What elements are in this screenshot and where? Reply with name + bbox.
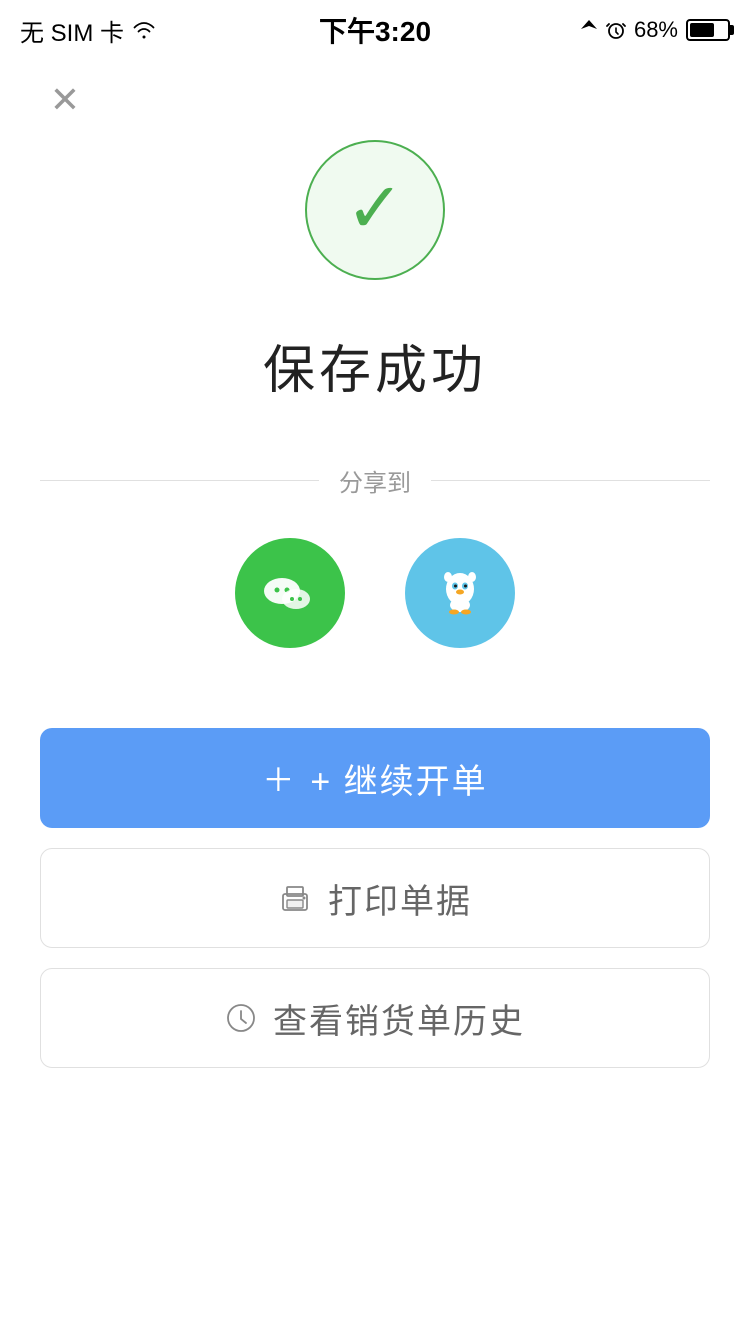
- printer-icon: [278, 883, 312, 913]
- checkmark-icon: ✓: [346, 173, 405, 243]
- alarm-icon: [606, 20, 626, 40]
- close-icon: ✕: [50, 82, 80, 118]
- battery-indicator: [686, 19, 730, 41]
- history-button[interactable]: 查看销货单历史: [40, 968, 710, 1068]
- status-right: 68%: [580, 17, 730, 43]
- qq-icon: [428, 561, 492, 625]
- share-divider-row: 分享到: [40, 463, 710, 498]
- share-icons-row: [235, 538, 515, 648]
- success-icon-wrap: ✓: [305, 140, 445, 280]
- share-label: 分享到: [339, 463, 411, 498]
- status-carrier: 无 SIM 卡: [20, 13, 156, 48]
- history-label: 查看销货单历史: [273, 994, 525, 1043]
- close-button[interactable]: ✕: [40, 75, 90, 125]
- success-title: 保存成功: [263, 328, 487, 403]
- status-time: 下午3:20: [319, 10, 431, 50]
- divider-right: [431, 480, 710, 481]
- wechat-share-button[interactable]: [235, 538, 345, 648]
- divider-left: [40, 480, 319, 481]
- clock-icon: [225, 1002, 257, 1034]
- wechat-icon: [258, 561, 322, 625]
- continue-label: + 继续开单: [310, 754, 487, 803]
- print-button[interactable]: 打印单据: [40, 848, 710, 948]
- status-bar: 无 SIM 卡 下午3:20 68%: [0, 0, 750, 60]
- print-label: 打印单据: [328, 874, 472, 923]
- carrier-text: 无 SIM 卡: [20, 13, 124, 48]
- action-buttons: ＋ + 继续开单 打印单据 查看销货单历史: [40, 728, 710, 1068]
- location-icon: [580, 19, 598, 41]
- wifi-icon: [132, 21, 156, 39]
- continue-icon: ＋: [262, 755, 294, 801]
- success-circle: ✓: [305, 140, 445, 280]
- share-section: 分享到: [40, 463, 710, 648]
- main-content: ✓ 保存成功 分享到: [0, 60, 750, 1068]
- battery-percentage: 68%: [634, 17, 678, 43]
- continue-order-button[interactable]: ＋ + 继续开单: [40, 728, 710, 828]
- qq-share-button[interactable]: [405, 538, 515, 648]
